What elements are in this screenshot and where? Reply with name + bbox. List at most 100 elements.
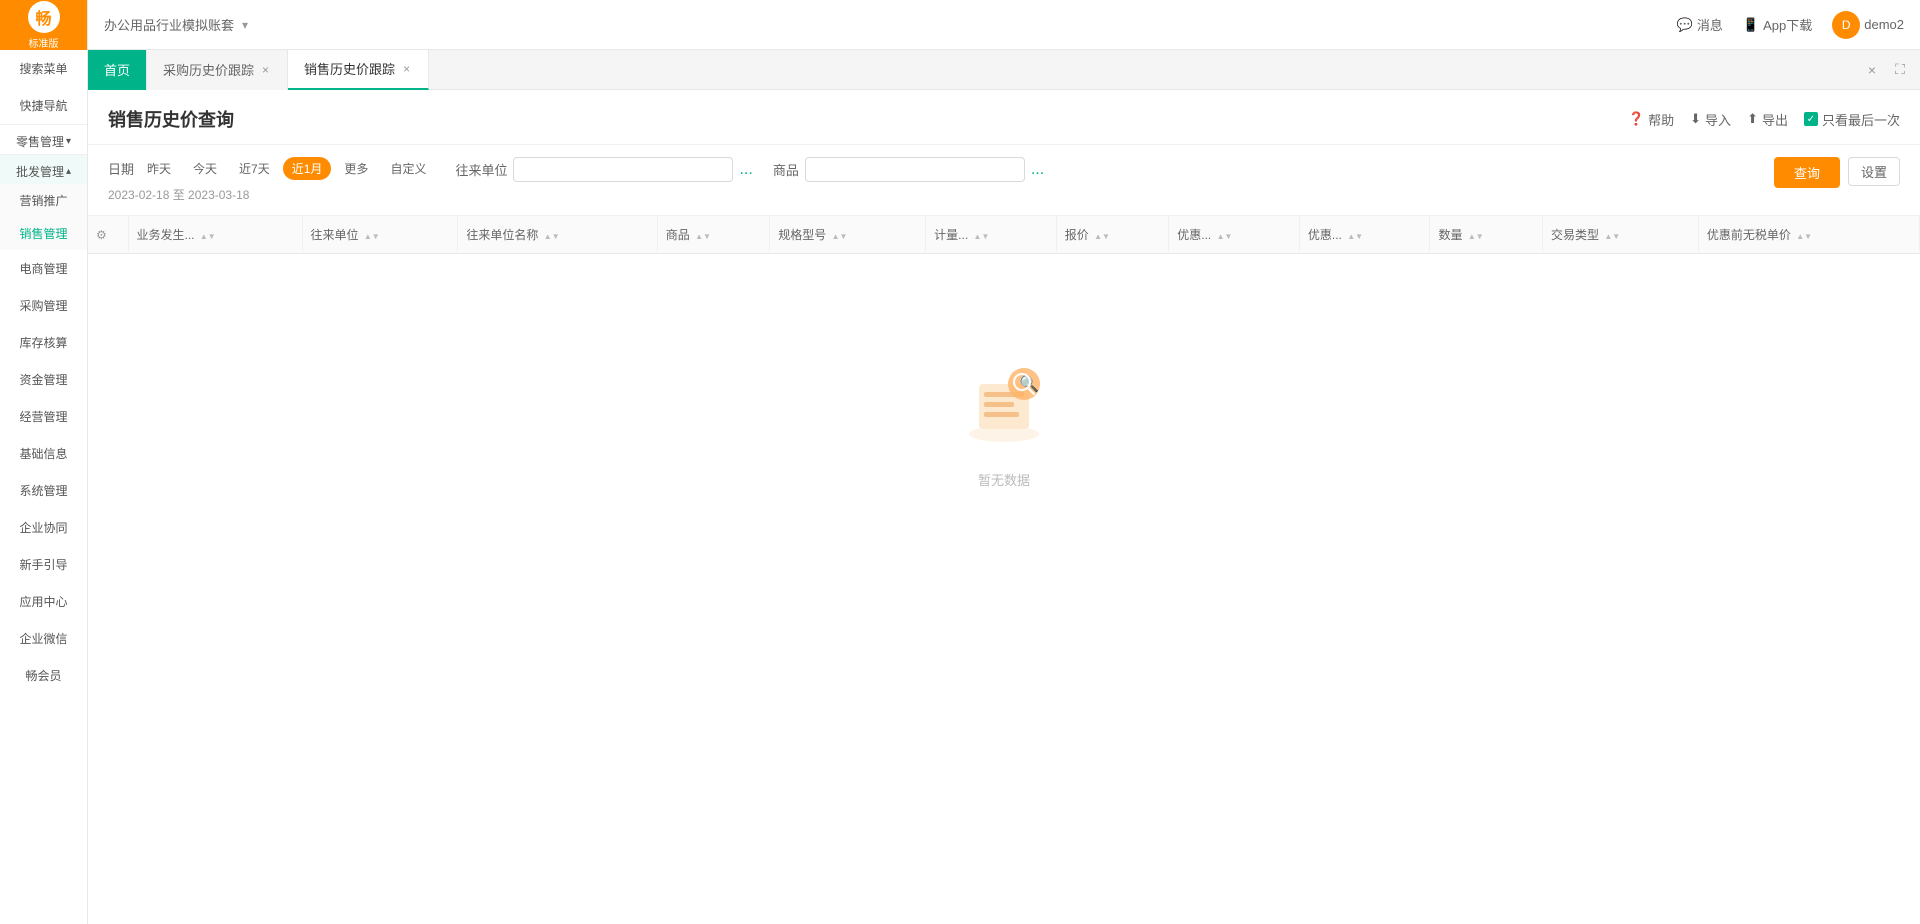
search-actions: 查询 设置 (1774, 157, 1900, 188)
sort-icon: ▲▼ (1094, 233, 1110, 241)
message-icon: 💬 (1677, 17, 1693, 33)
import-button[interactable]: ⬇ 导入 (1690, 110, 1731, 129)
tab-purchase-history[interactable]: 采购历史价跟踪 × (147, 50, 288, 90)
tab-sales-close[interactable]: × (401, 60, 412, 78)
col-quantity[interactable]: 数量 ▲▼ (1430, 216, 1543, 254)
date-label: 日期 (108, 159, 134, 178)
help-button[interactable]: ❓ 帮助 (1628, 110, 1674, 129)
sidebar-item-enterprise[interactable]: 企业协同 (0, 509, 87, 546)
data-table: ⚙ 业务发生... ▲▼ 往来单位 ▲▼ 往来单位名称 ▲▼ (88, 216, 1920, 254)
export-button[interactable]: ⬆ 导出 (1747, 110, 1788, 129)
table-header: ⚙ 业务发生... ▲▼ 往来单位 ▲▼ 往来单位名称 ▲▼ (88, 216, 1920, 254)
close-all-button[interactable]: × (1860, 58, 1884, 82)
query-button[interactable]: 查询 (1774, 157, 1840, 188)
sidebar-item-ecommerce[interactable]: 电商管理 (0, 250, 87, 287)
sidebar-item-basic-info[interactable]: 基础信息 (0, 435, 87, 472)
date-btn-1month[interactable]: 近1月 (283, 157, 332, 180)
help-icon: ❓ (1628, 111, 1644, 127)
sidebar-item-marketing[interactable]: 营销推广 (0, 184, 87, 217)
main-area: 办公用品行业模拟账套 ▾ 💬 消息 📱 App下载 D demo2 首页 采购历… (88, 0, 1920, 924)
retail-arrow: ▾ (66, 136, 71, 147)
col-product[interactable]: 商品 ▲▼ (657, 216, 770, 254)
topbar-left: 办公用品行业模拟账套 ▾ (104, 15, 248, 34)
sidebar-item-guide[interactable]: 新手引导 (0, 546, 87, 583)
user-menu[interactable]: D demo2 (1832, 11, 1904, 39)
date-btn-custom[interactable]: 自定义 (381, 157, 435, 180)
empty-state: 🔍 暂无数据 (88, 254, 1920, 589)
page-header: 销售历史价查询 ❓ 帮助 ⬇ 导入 ⬆ 导出 只看最后一次 (88, 90, 1920, 145)
empty-text: 暂无数据 (978, 470, 1030, 489)
sidebar-item-retail[interactable]: 零售管理 ▾ (0, 124, 87, 154)
sidebar-item-operations[interactable]: 经营管理 (0, 398, 87, 435)
sidebar-item-wholesale[interactable]: 批发管理 ▴ (0, 154, 87, 184)
date-btn-7days[interactable]: 近7天 (230, 157, 279, 180)
product-label: 商品 (773, 160, 799, 179)
export-icon: ⬆ (1747, 111, 1758, 127)
tab-purchase-close[interactable]: × (260, 61, 271, 79)
col-trade-type[interactable]: 交易类型 ▲▼ (1542, 216, 1698, 254)
sidebar-item-search-menu[interactable]: 搜索菜单 (0, 50, 87, 87)
sidebar-item-wechat[interactable]: 企业微信 (0, 620, 87, 657)
page-title: 销售历史价查询 (108, 106, 234, 132)
sort-icon: ▲▼ (1217, 233, 1233, 241)
sort-icon: ▲▼ (974, 233, 990, 241)
col-biz-date[interactable]: 业务发生... ▲▼ (128, 216, 302, 254)
avatar: D (1832, 11, 1860, 39)
app-download-button[interactable]: 📱 App下载 (1743, 15, 1812, 34)
date-section: 日期 昨天 今天 近7天 近1月 更多 自定义 2023-02-18 至 202… (108, 157, 435, 203)
col-unit[interactable]: 计量... ▲▼ (926, 216, 1057, 254)
sort-icon: ▲▼ (832, 233, 848, 241)
sidebar-item-sales-mgmt[interactable]: 销售管理 (0, 217, 87, 250)
sort-icon: ▲▼ (1347, 233, 1363, 241)
settings-button[interactable]: 设置 (1848, 157, 1900, 186)
topbar-dropdown[interactable]: ▾ (242, 18, 248, 32)
col-gear[interactable]: ⚙ (88, 216, 128, 254)
sidebar-item-inventory[interactable]: 库存核算 (0, 324, 87, 361)
date-btn-yesterday[interactable]: 昨天 (138, 157, 180, 180)
sort-icon: ▲▼ (1468, 233, 1484, 241)
sidebar-item-purchase[interactable]: 采购管理 (0, 287, 87, 324)
col-partner-code[interactable]: 往来单位 ▲▼ (302, 216, 458, 254)
col-discount1[interactable]: 优惠... ▲▼ (1169, 216, 1300, 254)
page-actions: ❓ 帮助 ⬇ 导入 ⬆ 导出 只看最后一次 (1628, 110, 1900, 129)
tab-controls: × ⛶ (1852, 58, 1920, 82)
sidebar-item-quick-nav[interactable]: 快捷导航 (0, 87, 87, 124)
tabs-bar: 首页 采购历史价跟踪 × 销售历史价跟踪 × × ⛶ (88, 50, 1920, 90)
topbar: 办公用品行业模拟账套 ▾ 💬 消息 📱 App下载 D demo2 (88, 0, 1920, 50)
sidebar-item-app-center[interactable]: 应用中心 (0, 583, 87, 620)
sort-icon: ▲▼ (695, 233, 711, 241)
gear-icon[interactable]: ⚙ (96, 228, 107, 242)
fullscreen-button[interactable]: ⛶ (1888, 58, 1912, 82)
date-btn-more[interactable]: 更多 (335, 157, 377, 180)
col-pretax-price[interactable]: 优惠前无税单价 ▲▼ (1698, 216, 1919, 254)
tab-home[interactable]: 首页 (88, 50, 147, 90)
sidebar-item-finance[interactable]: 资金管理 (0, 361, 87, 398)
logo[interactable]: 畅 标准版 (0, 0, 87, 50)
partner-input[interactable] (513, 157, 733, 182)
sort-icon: ▲▼ (200, 233, 216, 241)
col-discount2[interactable]: 优惠... ▲▼ (1299, 216, 1430, 254)
col-partner-name[interactable]: 往来单位名称 ▲▼ (458, 216, 657, 254)
date-top: 日期 昨天 今天 近7天 近1月 更多 自定义 (108, 157, 435, 180)
logo-icon: 畅 (28, 1, 60, 33)
sidebar: 畅 标准版 搜索菜单 快捷导航 零售管理 ▾ 批发管理 ▴ 营销推广 销售管理 … (0, 0, 88, 924)
sort-icon: ▲▼ (1796, 233, 1812, 241)
partner-input-group: 往来单位 ... (455, 157, 752, 182)
message-button[interactable]: 💬 消息 (1677, 15, 1723, 34)
col-spec[interactable]: 规格型号 ▲▼ (770, 216, 926, 254)
product-dots-button[interactable]: ... (1031, 161, 1044, 179)
date-btn-today[interactable]: 今天 (184, 157, 226, 180)
topbar-title: 办公用品行业模拟账套 (104, 15, 234, 34)
col-price[interactable]: 报价 ▲▼ (1056, 216, 1169, 254)
tab-sales-history[interactable]: 销售历史价跟踪 × (288, 50, 429, 90)
logo-text: 标准版 (29, 35, 59, 50)
sidebar-item-membership[interactable]: 畅会员 (0, 657, 87, 694)
search-bar-inner: 日期 昨天 今天 近7天 近1月 更多 自定义 2023-02-18 至 202… (108, 157, 1900, 203)
sidebar-item-system[interactable]: 系统管理 (0, 472, 87, 509)
sort-icon: ▲▼ (544, 233, 560, 241)
partner-dots-button[interactable]: ... (739, 161, 752, 179)
last-only-toggle[interactable]: 只看最后一次 (1804, 110, 1900, 129)
product-input-group: 商品 ... (773, 157, 1044, 182)
product-input[interactable] (805, 157, 1025, 182)
checkbox-icon (1804, 112, 1818, 126)
